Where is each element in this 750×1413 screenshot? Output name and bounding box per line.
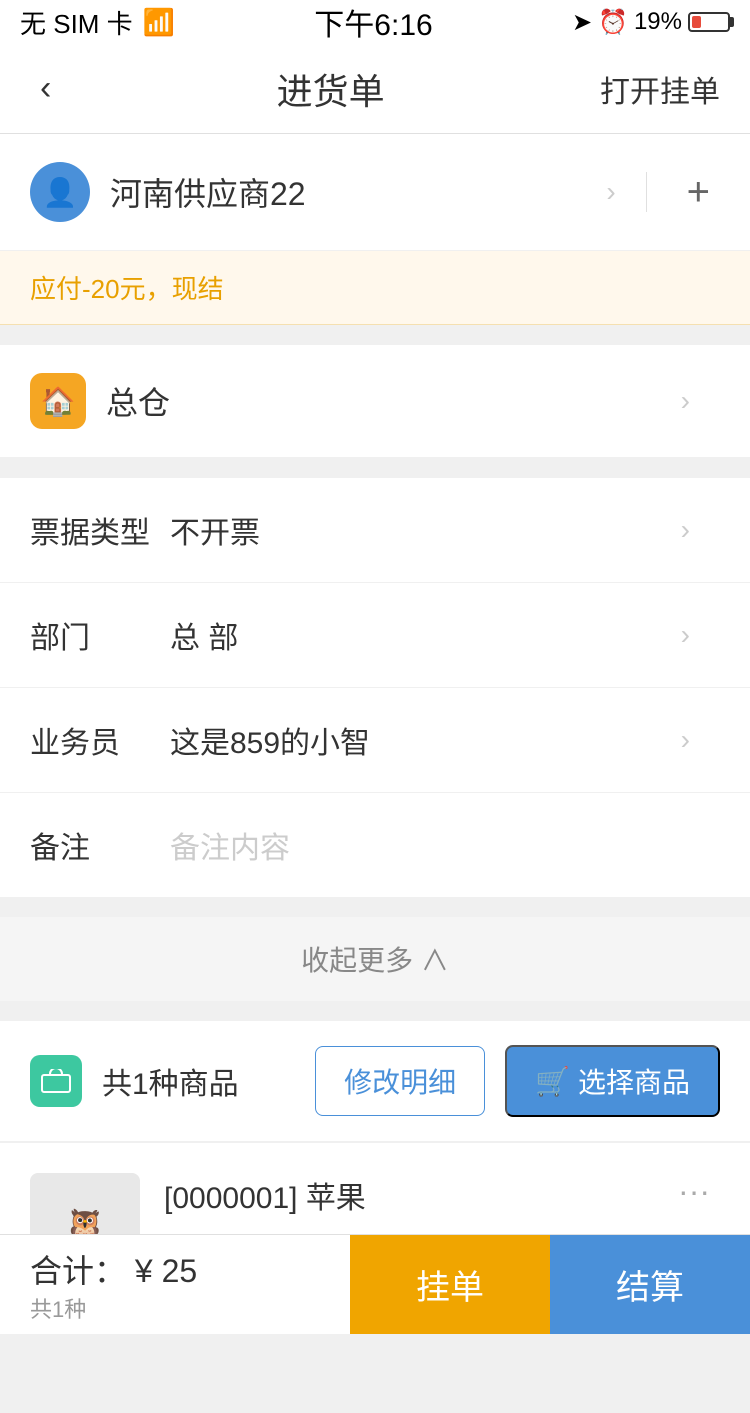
product-name: [0000001] 苹果 [164,1173,668,1217]
divider [646,172,647,212]
status-bar: 无 SIM 卡 📶 下午6:16 ➤ ⏰ 19% [0,0,750,44]
supplier-avatar: 👤 [30,162,90,222]
product-count: 共1种商品 [102,1059,315,1103]
total-section: 合计： ¥ 25 共1种 [0,1235,350,1334]
warehouse-section: 🏠 总仓 › [0,345,750,457]
invoice-label: 票据类型 [30,508,170,552]
hang-button[interactable]: 挂单 [350,1235,550,1334]
total-value: ¥ 25 [135,1253,197,1289]
remark-input[interactable]: 备注内容 [170,823,720,867]
battery-text: 19% [634,8,682,36]
form-section: 票据类型 不开票 › 部门 总 部 › 业务员 这是859的小智 › 备注 备注… [0,477,750,897]
product-header: 共1种商品 修改明细 🛒 选择商品 [0,1021,750,1142]
avatar-icon: 👤 [43,176,78,209]
carrier-text: 无 SIM 卡 [20,4,133,41]
battery-icon [688,12,730,32]
salesman-chevron-icon: › [681,724,690,756]
warehouse-chevron-icon: › [681,385,690,417]
back-button[interactable]: ‹ [30,59,61,118]
open-hang-button[interactable]: 打开挂单 [600,67,720,111]
checkout-button[interactable]: 结算 [550,1235,750,1334]
product-code: [0000001] [164,1182,297,1215]
product-section-icon [30,1055,82,1107]
alert-banner: 应付-20元，现结 [0,251,750,325]
select-product-label: 选择商品 [578,1061,690,1101]
wifi-icon: 📶 [143,7,175,38]
nav-bar: ‹ 进货单 打开挂单 [0,44,750,134]
total-label: 合计： [30,1253,126,1289]
status-left: 无 SIM 卡 📶 [20,4,175,41]
invoice-value: 不开票 [170,508,681,552]
bottom-bar: 合计： ¥ 25 共1种 挂单 结算 [0,1234,750,1334]
edit-detail-button[interactable]: 修改明细 [315,1046,485,1116]
supplier-chevron-icon: › [606,176,615,208]
battery-fill [692,16,702,28]
invoice-row[interactable]: 票据类型 不开票 › [0,477,750,582]
alarm-icon: ⏰ [598,8,628,37]
department-chevron-icon: › [681,619,690,651]
invoice-chevron-icon: › [681,514,690,546]
select-product-button[interactable]: 🛒 选择商品 [505,1045,720,1117]
cart-icon: 🛒 [535,1065,570,1098]
more-options-button[interactable]: ··· [668,1173,720,1210]
status-right: ➤ ⏰ 19% [572,8,730,37]
remark-row[interactable]: 备注 备注内容 [0,792,750,897]
supplier-row[interactable]: 👤 河南供应商22 › + [0,134,750,251]
remark-label: 备注 [30,823,170,867]
product-title: 苹果 [306,1182,366,1215]
supplier-section: 👤 河南供应商22 › + 应付-20元，现结 [0,134,750,325]
warehouse-name: 总仓 [106,378,681,424]
department-label: 部门 [30,613,170,657]
total-amount: 合计： ¥ 25 [30,1246,320,1292]
main-content: 👤 河南供应商22 › + 应付-20元，现结 🏠 总仓 › 票据类型 不开票 … [0,134,750,1413]
supplier-name: 河南供应商22 [110,169,606,215]
add-button[interactable]: + [677,170,720,215]
collapse-button[interactable]: 收起更多 ∧ [0,917,750,1001]
time-display: 下午6:16 [314,0,432,44]
page-title: 进货单 [277,63,385,115]
salesman-value: 这是859的小智 [170,718,681,762]
salesman-label: 业务员 [30,718,170,762]
location-icon: ➤ [572,8,592,37]
warehouse-row[interactable]: 🏠 总仓 › [0,345,750,457]
department-row[interactable]: 部门 总 部 › [0,582,750,687]
total-count: 共1种 [30,1292,320,1324]
department-value: 总 部 [170,613,681,657]
salesman-row[interactable]: 业务员 这是859的小智 › [0,687,750,792]
warehouse-icon: 🏠 [30,373,86,429]
